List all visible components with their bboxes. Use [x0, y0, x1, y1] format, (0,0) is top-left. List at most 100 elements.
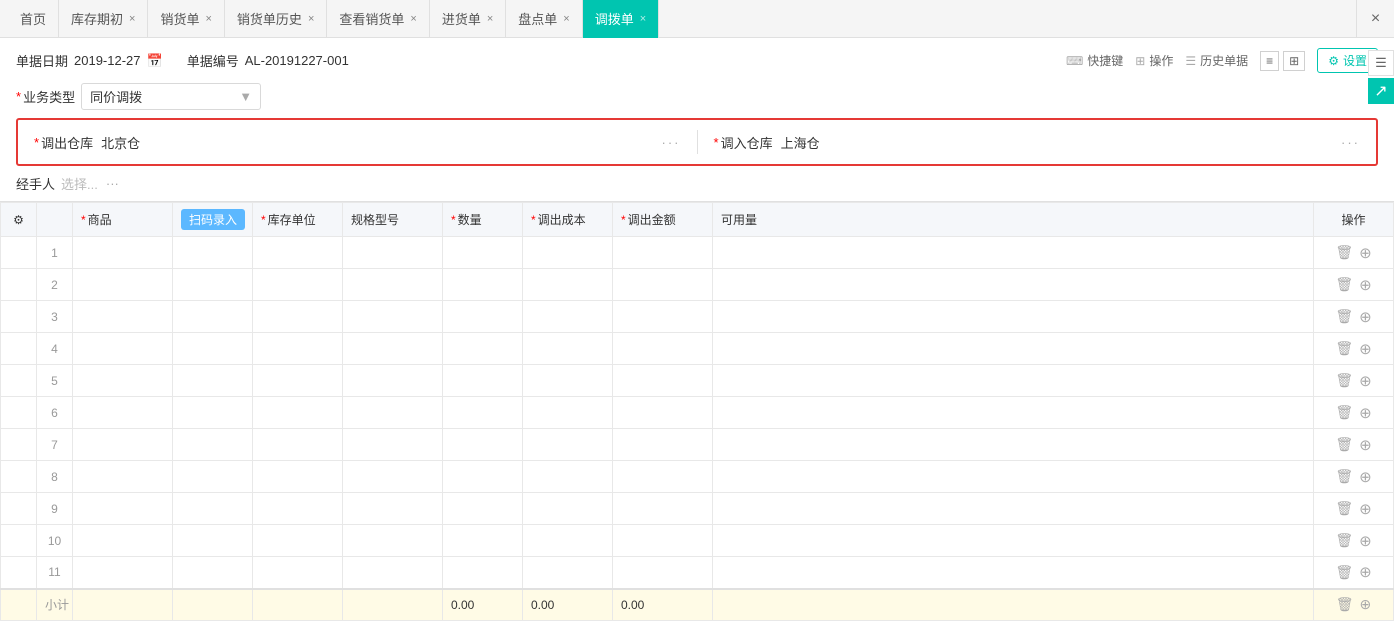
row-product-2[interactable]	[73, 269, 173, 301]
copy-row-5-icon[interactable]: ⊕	[1359, 372, 1372, 390]
row-cost-7[interactable]	[523, 429, 613, 461]
copy-row-8-icon[interactable]: ⊕	[1359, 468, 1372, 486]
copy-row-10-icon[interactable]: ⊕	[1359, 532, 1372, 550]
row-spec-7[interactable]	[343, 429, 443, 461]
shortcut-btn[interactable]: ⌨ 快捷键	[1066, 52, 1123, 69]
delete-row-2-icon[interactable]: 🗑	[1335, 276, 1353, 293]
row-qty-1[interactable]	[443, 237, 523, 269]
row-spec-1[interactable]	[343, 237, 443, 269]
row-cost-9[interactable]	[523, 493, 613, 525]
row-qty-6[interactable]	[443, 397, 523, 429]
row-spec-6[interactable]	[343, 397, 443, 429]
row-qty-10[interactable]	[443, 525, 523, 557]
row-cost-3[interactable]	[523, 301, 613, 333]
row-product-6[interactable]	[73, 397, 173, 429]
row-cost-6[interactable]	[523, 397, 613, 429]
tab-purchase-order[interactable]: 进货单 ×	[430, 0, 506, 38]
copy-row-3-icon[interactable]: ⊕	[1359, 308, 1372, 326]
row-amount-3[interactable]	[613, 301, 713, 333]
row-spec-2[interactable]	[343, 269, 443, 301]
row-amount-2[interactable]	[613, 269, 713, 301]
row-qty-5[interactable]	[443, 365, 523, 397]
row-product-10[interactable]	[73, 525, 173, 557]
history-btn[interactable]: ☰ 历史单据	[1185, 52, 1248, 69]
row-unit-11[interactable]	[253, 557, 343, 589]
close-initial-inventory[interactable]: ×	[129, 13, 135, 25]
row-cost-11[interactable]	[523, 557, 613, 589]
row-amount-1[interactable]	[613, 237, 713, 269]
row-product-7[interactable]	[73, 429, 173, 461]
row-unit-4[interactable]	[253, 333, 343, 365]
layout-grid-icon[interactable]: ⊞	[1283, 51, 1305, 71]
row-qty-2[interactable]	[443, 269, 523, 301]
tab-home[interactable]: 首页	[8, 0, 59, 38]
row-amount-7[interactable]	[613, 429, 713, 461]
layout-list-icon[interactable]: ≡	[1260, 51, 1279, 71]
delete-row-11-icon[interactable]: 🗑	[1335, 564, 1353, 581]
row-product-5[interactable]	[73, 365, 173, 397]
row-product-11[interactable]	[73, 557, 173, 589]
tab-view-sales[interactable]: 查看销货单 ×	[327, 0, 429, 38]
row-product-9[interactable]	[73, 493, 173, 525]
row-product-8[interactable]	[73, 461, 173, 493]
row-spec-4[interactable]	[343, 333, 443, 365]
delete-row-4-icon[interactable]: 🗑	[1335, 340, 1353, 357]
row-cost-1[interactable]	[523, 237, 613, 269]
warehouse-in-more[interactable]: ···	[1341, 135, 1360, 150]
row-amount-4[interactable]	[613, 333, 713, 365]
delete-row-1-icon[interactable]: 🗑	[1335, 244, 1353, 261]
row-amount-5[interactable]	[613, 365, 713, 397]
close-sales-order[interactable]: ×	[205, 13, 211, 25]
scan-entry-button[interactable]: 扫码录入	[181, 209, 245, 230]
row-unit-9[interactable]	[253, 493, 343, 525]
close-inventory-check[interactable]: ×	[563, 13, 569, 25]
subtotal-delete-icon[interactable]: 🗑	[1336, 596, 1354, 613]
row-amount-10[interactable]	[613, 525, 713, 557]
row-product-4[interactable]	[73, 333, 173, 365]
delete-row-5-icon[interactable]: 🗑	[1335, 372, 1353, 389]
col-header-scan[interactable]: 扫码录入	[173, 203, 253, 237]
row-unit-2[interactable]	[253, 269, 343, 301]
row-amount-6[interactable]	[613, 397, 713, 429]
tab-sales-history[interactable]: 销货单历史 ×	[225, 0, 327, 38]
row-cost-4[interactable]	[523, 333, 613, 365]
row-spec-11[interactable]	[343, 557, 443, 589]
row-qty-9[interactable]	[443, 493, 523, 525]
delete-row-10-icon[interactable]: 🗑	[1335, 532, 1353, 549]
row-unit-8[interactable]	[253, 461, 343, 493]
business-type-select[interactable]: 同价调拨 ▼	[81, 83, 261, 110]
close-purchase-order[interactable]: ×	[487, 13, 493, 25]
copy-row-4-icon[interactable]: ⊕	[1359, 340, 1372, 358]
row-cost-8[interactable]	[523, 461, 613, 493]
copy-row-6-icon[interactable]: ⊕	[1359, 404, 1372, 422]
row-spec-8[interactable]	[343, 461, 443, 493]
copy-row-11-icon[interactable]: ⊕	[1359, 563, 1372, 581]
copy-row-1-icon[interactable]: ⊕	[1359, 244, 1372, 262]
sidebar-export-icon[interactable]: ↗	[1368, 78, 1394, 104]
delete-row-3-icon[interactable]: 🗑	[1335, 308, 1353, 325]
tab-transfer-order[interactable]: 调拨单 ×	[583, 0, 659, 38]
row-qty-4[interactable]	[443, 333, 523, 365]
row-spec-10[interactable]	[343, 525, 443, 557]
row-amount-11[interactable]	[613, 557, 713, 589]
row-cost-10[interactable]	[523, 525, 613, 557]
row-unit-5[interactable]	[253, 365, 343, 397]
col-header-settings[interactable]: ⚙	[1, 203, 37, 237]
row-unit-7[interactable]	[253, 429, 343, 461]
row-unit-3[interactable]	[253, 301, 343, 333]
close-sales-history[interactable]: ×	[308, 13, 314, 25]
tab-bar-close-button[interactable]: ×	[1356, 0, 1394, 38]
row-spec-9[interactable]	[343, 493, 443, 525]
row-qty-11[interactable]	[443, 557, 523, 589]
row-qty-7[interactable]	[443, 429, 523, 461]
warehouse-out-more[interactable]: ···	[662, 135, 681, 150]
tab-sales-order[interactable]: 销货单 ×	[148, 0, 224, 38]
row-unit-1[interactable]	[253, 237, 343, 269]
delete-row-8-icon[interactable]: 🗑	[1335, 468, 1353, 485]
sidebar-list-icon[interactable]: ☰	[1368, 50, 1394, 76]
row-qty-3[interactable]	[443, 301, 523, 333]
delete-row-6-icon[interactable]: 🗑	[1335, 404, 1353, 421]
row-unit-6[interactable]	[253, 397, 343, 429]
row-amount-8[interactable]	[613, 461, 713, 493]
tab-initial-inventory[interactable]: 库存期初 ×	[59, 0, 148, 38]
